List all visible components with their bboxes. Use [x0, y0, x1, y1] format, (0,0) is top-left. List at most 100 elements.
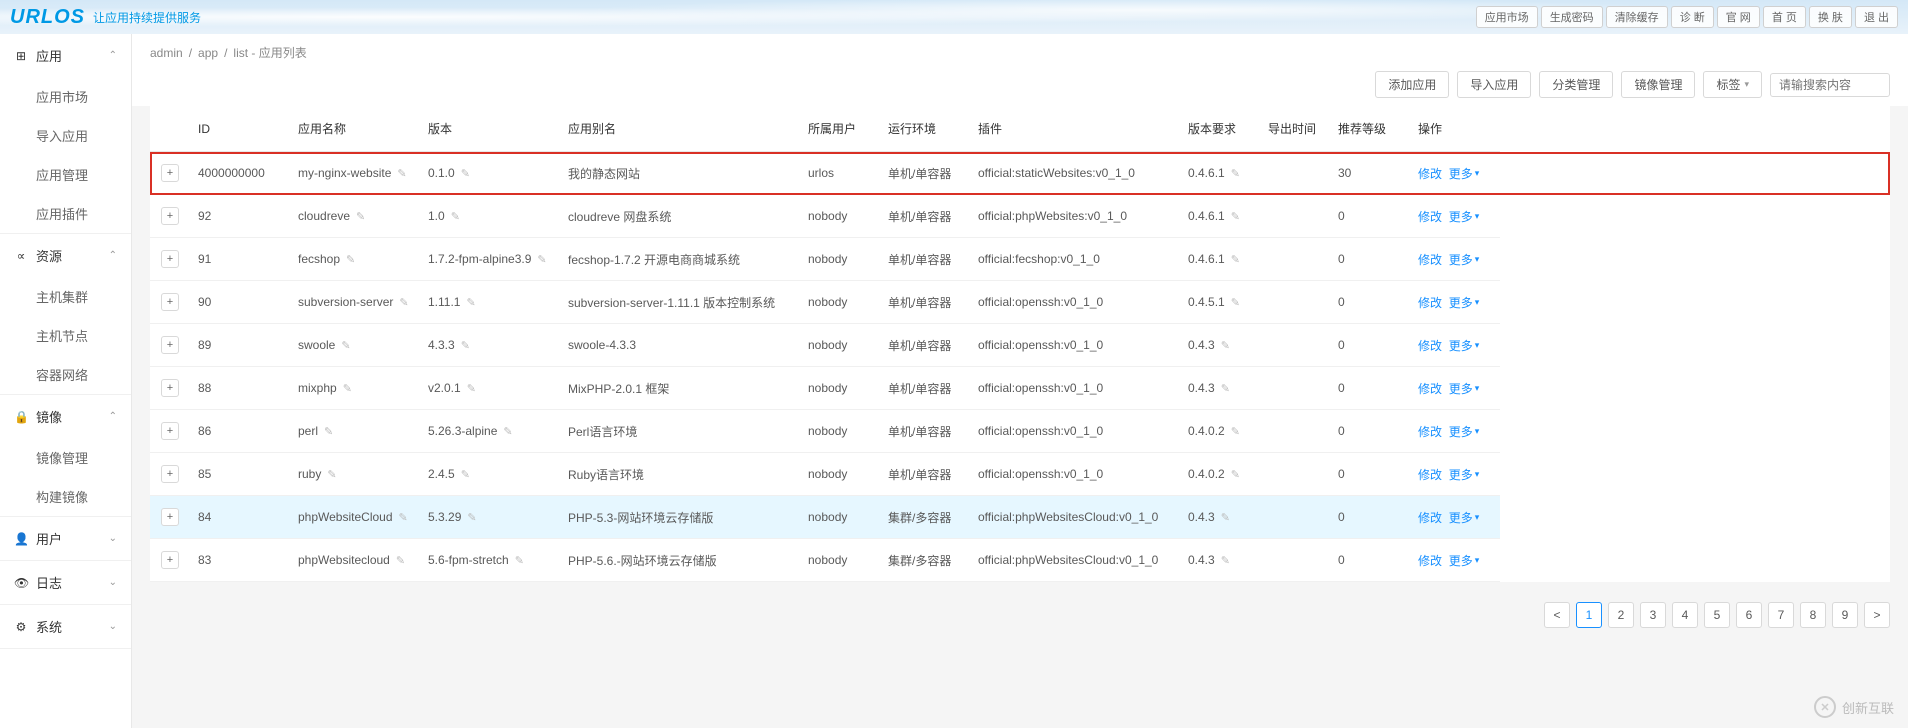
sidebar-item-应用管理[interactable]: 应用管理: [0, 155, 131, 194]
edit-icon[interactable]: ✎: [451, 211, 460, 223]
edit-link[interactable]: 修改: [1418, 296, 1442, 310]
edit-icon[interactable]: ✎: [356, 211, 365, 223]
more-dropdown[interactable]: 更多▾: [1449, 552, 1480, 569]
edit-icon[interactable]: ✎: [467, 383, 476, 395]
edit-icon[interactable]: ✎: [515, 555, 524, 567]
sidebar-group-应用[interactable]: ⊞应用⌃: [0, 34, 131, 77]
top-btn-首 页[interactable]: 首 页: [1763, 6, 1806, 28]
tag-dropdown[interactable]: 标签▾: [1703, 71, 1762, 98]
edit-icon[interactable]: ✎: [341, 340, 350, 352]
edit-icon[interactable]: ✎: [1221, 512, 1230, 524]
more-dropdown[interactable]: 更多▾: [1449, 165, 1480, 182]
edit-icon[interactable]: ✎: [1221, 555, 1230, 567]
sidebar-item-容器网络[interactable]: 容器网络: [0, 355, 131, 394]
edit-link[interactable]: 修改: [1418, 425, 1442, 439]
top-btn-退 出[interactable]: 退 出: [1855, 6, 1898, 28]
expand-button[interactable]: +: [161, 207, 179, 225]
sidebar-item-主机节点[interactable]: 主机节点: [0, 316, 131, 355]
more-dropdown[interactable]: 更多▾: [1449, 509, 1480, 526]
edit-link[interactable]: 修改: [1418, 554, 1442, 568]
crumb-1[interactable]: app: [198, 46, 218, 60]
toolbar-btn-分类管理[interactable]: 分类管理: [1539, 71, 1613, 98]
expand-button[interactable]: +: [161, 422, 179, 440]
edit-icon[interactable]: ✎: [537, 254, 546, 266]
edit-icon[interactable]: ✎: [1221, 340, 1230, 352]
sidebar-item-应用插件[interactable]: 应用插件: [0, 194, 131, 233]
edit-icon[interactable]: ✎: [327, 469, 336, 481]
sidebar-group-镜像[interactable]: 🔒镜像⌃: [0, 395, 131, 438]
edit-link[interactable]: 修改: [1418, 167, 1442, 181]
edit-icon[interactable]: ✎: [1231, 254, 1240, 266]
pager-page-5[interactable]: 5: [1704, 602, 1730, 628]
more-dropdown[interactable]: 更多▾: [1449, 251, 1480, 268]
sidebar-group-系统[interactable]: ⚙系统⌄: [0, 605, 131, 648]
edit-icon[interactable]: ✎: [1231, 168, 1240, 180]
toolbar-btn-镜像管理[interactable]: 镜像管理: [1621, 71, 1695, 98]
top-btn-生成密码[interactable]: 生成密码: [1541, 6, 1603, 28]
expand-button[interactable]: +: [161, 336, 179, 354]
top-btn-清除缓存[interactable]: 清除缓存: [1606, 6, 1668, 28]
pager-page-8[interactable]: 8: [1800, 602, 1826, 628]
edit-icon[interactable]: ✎: [503, 426, 512, 438]
pager-prev[interactable]: <: [1544, 602, 1570, 628]
toolbar-btn-添加应用[interactable]: 添加应用: [1375, 71, 1449, 98]
expand-button[interactable]: +: [161, 293, 179, 311]
top-btn-应用市场[interactable]: 应用市场: [1476, 6, 1538, 28]
top-btn-官 网[interactable]: 官 网: [1717, 6, 1760, 28]
top-btn-换 肤[interactable]: 换 肤: [1809, 6, 1852, 28]
pager-page-4[interactable]: 4: [1672, 602, 1698, 628]
pager-page-6[interactable]: 6: [1736, 602, 1762, 628]
edit-icon[interactable]: ✎: [399, 512, 408, 524]
edit-icon[interactable]: ✎: [346, 254, 355, 266]
edit-icon[interactable]: ✎: [1231, 469, 1240, 481]
sidebar-item-构建镜像[interactable]: 构建镜像: [0, 477, 131, 516]
expand-button[interactable]: +: [161, 250, 179, 268]
more-dropdown[interactable]: 更多▾: [1449, 380, 1480, 397]
more-dropdown[interactable]: 更多▾: [1449, 423, 1480, 440]
edit-icon[interactable]: ✎: [461, 340, 470, 352]
search-input[interactable]: [1770, 73, 1890, 97]
sidebar-item-镜像管理[interactable]: 镜像管理: [0, 438, 131, 477]
pager-next[interactable]: >: [1864, 602, 1890, 628]
edit-link[interactable]: 修改: [1418, 253, 1442, 267]
crumb-0[interactable]: admin: [150, 46, 183, 60]
pager-page-3[interactable]: 3: [1640, 602, 1666, 628]
edit-icon[interactable]: ✎: [466, 297, 475, 309]
more-dropdown[interactable]: 更多▾: [1449, 208, 1480, 225]
pager-page-9[interactable]: 9: [1832, 602, 1858, 628]
edit-icon[interactable]: ✎: [396, 555, 405, 567]
pager-page-2[interactable]: 2: [1608, 602, 1634, 628]
more-dropdown[interactable]: 更多▾: [1449, 294, 1480, 311]
sidebar-group-日志[interactable]: 👁日志⌄: [0, 561, 131, 604]
edit-icon[interactable]: ✎: [324, 426, 333, 438]
edit-link[interactable]: 修改: [1418, 382, 1442, 396]
edit-link[interactable]: 修改: [1418, 210, 1442, 224]
expand-button[interactable]: +: [161, 508, 179, 526]
expand-button[interactable]: +: [161, 379, 179, 397]
sidebar-group-用户[interactable]: 👤用户⌄: [0, 517, 131, 560]
edit-link[interactable]: 修改: [1418, 339, 1442, 353]
more-dropdown[interactable]: 更多▾: [1449, 466, 1480, 483]
edit-icon[interactable]: ✎: [1231, 426, 1240, 438]
sidebar-item-导入应用[interactable]: 导入应用: [0, 116, 131, 155]
edit-icon[interactable]: ✎: [461, 168, 470, 180]
top-btn-诊 断[interactable]: 诊 断: [1671, 6, 1714, 28]
more-dropdown[interactable]: 更多▾: [1449, 337, 1480, 354]
edit-link[interactable]: 修改: [1418, 468, 1442, 482]
sidebar-group-资源[interactable]: ∝资源⌃: [0, 234, 131, 277]
edit-icon[interactable]: ✎: [397, 168, 406, 180]
sidebar-item-应用市场[interactable]: 应用市场: [0, 77, 131, 116]
edit-icon[interactable]: ✎: [1231, 297, 1240, 309]
edit-link[interactable]: 修改: [1418, 511, 1442, 525]
toolbar-btn-导入应用[interactable]: 导入应用: [1457, 71, 1531, 98]
edit-icon[interactable]: ✎: [467, 512, 476, 524]
expand-button[interactable]: +: [161, 164, 179, 182]
pager-page-1[interactable]: 1: [1576, 602, 1602, 628]
edit-icon[interactable]: ✎: [399, 297, 408, 309]
pager-page-7[interactable]: 7: [1768, 602, 1794, 628]
sidebar-item-主机集群[interactable]: 主机集群: [0, 277, 131, 316]
edit-icon[interactable]: ✎: [1231, 211, 1240, 223]
edit-icon[interactable]: ✎: [343, 383, 352, 395]
expand-button[interactable]: +: [161, 465, 179, 483]
edit-icon[interactable]: ✎: [461, 469, 470, 481]
